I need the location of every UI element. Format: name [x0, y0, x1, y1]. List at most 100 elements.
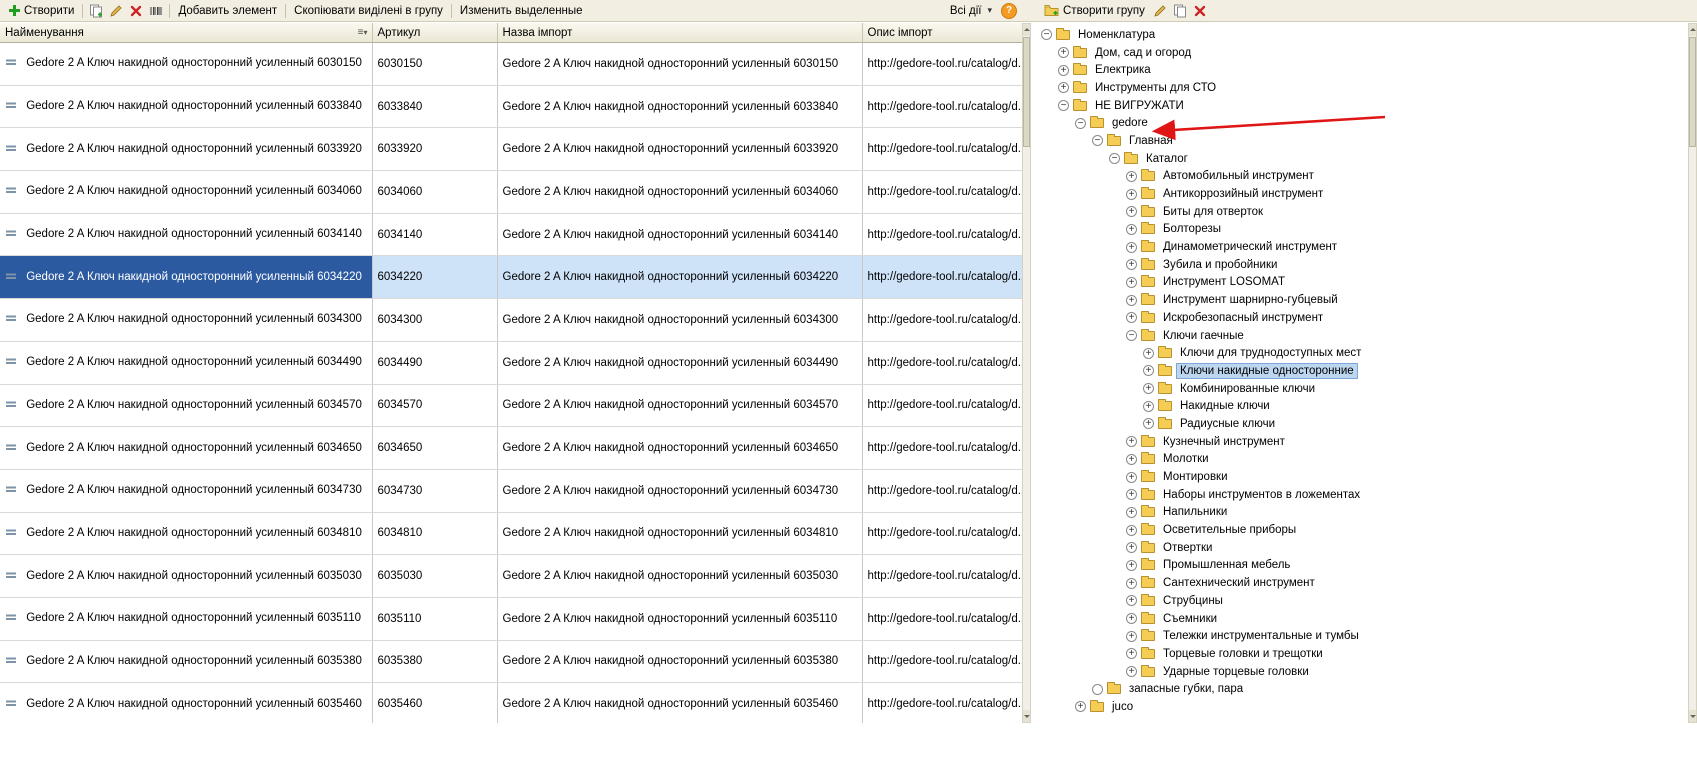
tree-expander-icon[interactable]: + — [1126, 613, 1137, 625]
tree-item-label[interactable]: Накидные ключи — [1177, 399, 1273, 413]
cell-import-desc[interactable]: http://gedore-tool.ru/catalog/d... — [862, 298, 1022, 342]
tree-expander-icon[interactable]: + — [1126, 471, 1137, 483]
tree-expander-icon[interactable]: + — [1126, 506, 1137, 518]
tree-item[interactable]: + Инструмент шарнирно-губцевый — [1031, 291, 1688, 309]
tree-item-label[interactable]: Молотки — [1160, 452, 1212, 466]
tree-item[interactable]: запасные губки, пара — [1031, 680, 1688, 698]
delete-item-button[interactable] — [126, 1, 146, 21]
tree-item-label[interactable]: Комбинированные ключи — [1177, 382, 1318, 396]
cell-name[interactable]: Gedore 2 A Ключ накидной односторонний у… — [0, 640, 373, 684]
tree-item[interactable]: + Отвертки — [1031, 539, 1688, 557]
tree-expander-icon[interactable]: − — [1075, 117, 1086, 129]
tree-item-label[interactable]: Ключи накидные односторонние — [1176, 362, 1358, 379]
table-row[interactable]: Gedore 2 A Ключ накидной односторонний у… — [0, 426, 1022, 470]
tree-item[interactable]: − Номенклатура — [1031, 26, 1688, 44]
scrollbar-thumb[interactable] — [1689, 37, 1696, 147]
tree-item[interactable]: + Съемники — [1031, 610, 1688, 628]
edit-item-button[interactable] — [106, 1, 126, 21]
all-actions-button[interactable]: Всі дії ▾ — [945, 1, 997, 21]
cell-import-name[interactable]: Gedore 2 A Ключ накидной односторонний у… — [497, 512, 863, 556]
cell-import-name[interactable]: Gedore 2 A Ключ накидной односторонний у… — [497, 42, 863, 86]
tree-item-label[interactable]: Инструменты для СТО — [1092, 81, 1219, 95]
tree-item-label[interactable]: Промышленная мебель — [1160, 558, 1293, 572]
tree-item[interactable]: + Инструмент LOSOMAT — [1031, 274, 1688, 292]
tree-expander-icon[interactable]: + — [1126, 294, 1137, 306]
tree-item-label[interactable]: Отвертки — [1160, 541, 1215, 555]
tree-item-label[interactable]: НЕ ВИГРУЖАТИ — [1092, 99, 1187, 113]
cell-import-desc[interactable]: http://gedore-tool.ru/catalog/d... — [862, 682, 1022, 723]
table-row[interactable]: Gedore 2 A Ключ накидной односторонний у… — [0, 597, 1022, 641]
tree-expander-icon[interactable]: + — [1126, 542, 1137, 554]
cell-import-name[interactable]: Gedore 2 A Ключ накидной односторонний у… — [497, 170, 863, 214]
tree-expander-icon[interactable]: + — [1126, 648, 1137, 660]
tree-item-label[interactable]: Осветительные приборы — [1160, 523, 1299, 537]
tree-item-label[interactable]: juco — [1109, 700, 1136, 714]
cell-name[interactable]: Gedore 2 A Ключ накидной односторонний у… — [0, 597, 373, 641]
tree-item[interactable]: + Ключи накидные односторонние — [1031, 362, 1688, 380]
tree-expander-icon[interactable]: − — [1092, 135, 1103, 147]
tree-item-label[interactable]: запасные губки, пара — [1126, 682, 1246, 696]
tree-item[interactable]: + Радиусные ключи — [1031, 415, 1688, 433]
column-header-article[interactable]: Артикул — [372, 23, 498, 43]
tree-item[interactable]: + Болторезы — [1031, 221, 1688, 239]
cell-import-desc[interactable]: http://gedore-tool.ru/catalog/d... — [862, 554, 1022, 598]
tree-item[interactable]: + Монтировки — [1031, 468, 1688, 486]
cell-import-name[interactable]: Gedore 2 A Ключ накидной односторонний у… — [497, 640, 863, 684]
tree-item-label[interactable]: Електрика — [1092, 63, 1154, 77]
tree-item[interactable]: + Молотки — [1031, 451, 1688, 469]
tree-expander-icon[interactable]: − — [1126, 330, 1137, 342]
cell-article[interactable]: 6030150 — [372, 42, 498, 86]
cell-article[interactable]: 6034140 — [372, 213, 498, 257]
tree-expander-icon[interactable]: + — [1126, 524, 1137, 536]
tree-item-label[interactable]: Болторезы — [1160, 222, 1224, 236]
cell-import-desc[interactable]: http://gedore-tool.ru/catalog/d... — [862, 597, 1022, 641]
tree-item-label[interactable]: Инструмент шарнирно-губцевый — [1160, 293, 1341, 307]
cell-article[interactable]: 6034490 — [372, 341, 498, 385]
table-row[interactable]: Gedore 2 A Ключ накидной односторонний у… — [0, 298, 1022, 342]
tree-item-label[interactable]: Ударные торцевые головки — [1160, 665, 1312, 679]
cell-import-name[interactable]: Gedore 2 A Ключ накидной односторонний у… — [497, 127, 863, 172]
cell-import-desc[interactable]: http://gedore-tool.ru/catalog/d... — [862, 255, 1022, 300]
cell-import-desc[interactable]: http://gedore-tool.ru/catalog/d... — [862, 85, 1022, 129]
tree-expander-icon[interactable]: + — [1126, 312, 1137, 324]
tree-expander-icon[interactable]: + — [1075, 701, 1086, 713]
table-row[interactable]: Gedore 2 A Ключ накидной односторонний у… — [0, 85, 1022, 129]
cell-name[interactable]: Gedore 2 A Ключ накидной односторонний у… — [0, 554, 373, 598]
tree-expander-icon[interactable]: + — [1126, 259, 1137, 271]
cell-article[interactable]: 6035460 — [372, 682, 498, 723]
tree-item[interactable]: + Наборы инструментов в ложементах — [1031, 486, 1688, 504]
tree-item[interactable]: + Кузнечный инструмент — [1031, 433, 1688, 451]
cell-name[interactable]: Gedore 2 A Ключ накидной односторонний у… — [0, 341, 373, 385]
delete-group-button[interactable] — [1190, 1, 1210, 21]
tree-expander-icon[interactable]: + — [1126, 170, 1137, 182]
tree-item[interactable]: + Промышленная мебель — [1031, 557, 1688, 575]
table-row[interactable]: Gedore 2 A Ключ накидной односторонний у… — [0, 384, 1022, 428]
cell-import-desc[interactable]: http://gedore-tool.ru/catalog/d... — [862, 341, 1022, 385]
tree-expander-icon[interactable]: + — [1126, 453, 1137, 465]
tree-expander-icon[interactable]: + — [1126, 241, 1137, 253]
tree-item-label[interactable]: Напильники — [1160, 505, 1230, 519]
cell-name[interactable]: Gedore 2 A Ключ накидной односторонний у… — [0, 426, 373, 470]
cell-name[interactable]: Gedore 2 A Ключ накидной односторонний у… — [0, 469, 373, 513]
tree-expander-icon[interactable]: + — [1058, 47, 1069, 59]
cell-name[interactable]: Gedore 2 A Ключ накидной односторонний у… — [0, 85, 373, 129]
tree-item-label[interactable]: Биты для отверток — [1160, 205, 1266, 219]
tree-expander-icon[interactable]: + — [1126, 206, 1137, 218]
tree-item[interactable]: − Ключи гаечные — [1031, 327, 1688, 345]
scroll-down-icon[interactable] — [1023, 710, 1030, 722]
tree-item[interactable]: + Зубила и пробойники — [1031, 256, 1688, 274]
cell-name[interactable]: Gedore 2 A Ключ накидной односторонний у… — [0, 213, 373, 257]
tree-item[interactable]: + Напильники — [1031, 504, 1688, 522]
tree-item[interactable]: + Биты для отверток — [1031, 203, 1688, 221]
tree-item-label[interactable]: Ключи гаечные — [1160, 329, 1247, 343]
tree-item-label[interactable]: Съемники — [1160, 612, 1220, 626]
table-row[interactable]: Gedore 2 A Ключ накидной односторонний у… — [0, 554, 1022, 598]
cell-article[interactable]: 6035110 — [372, 597, 498, 641]
cell-article[interactable]: 6034810 — [372, 512, 498, 556]
tree-item-label[interactable]: Торцевые головки и трещотки — [1160, 647, 1326, 661]
tree-expander-icon[interactable]: + — [1143, 347, 1154, 359]
tree-item[interactable]: − НЕ ВИГРУЖАТИ — [1031, 97, 1688, 115]
table-row[interactable]: Gedore 2 A Ключ накидной односторонний у… — [0, 469, 1022, 513]
cell-import-desc[interactable]: http://gedore-tool.ru/catalog/d... — [862, 469, 1022, 513]
copy-group-button[interactable] — [1170, 1, 1190, 21]
